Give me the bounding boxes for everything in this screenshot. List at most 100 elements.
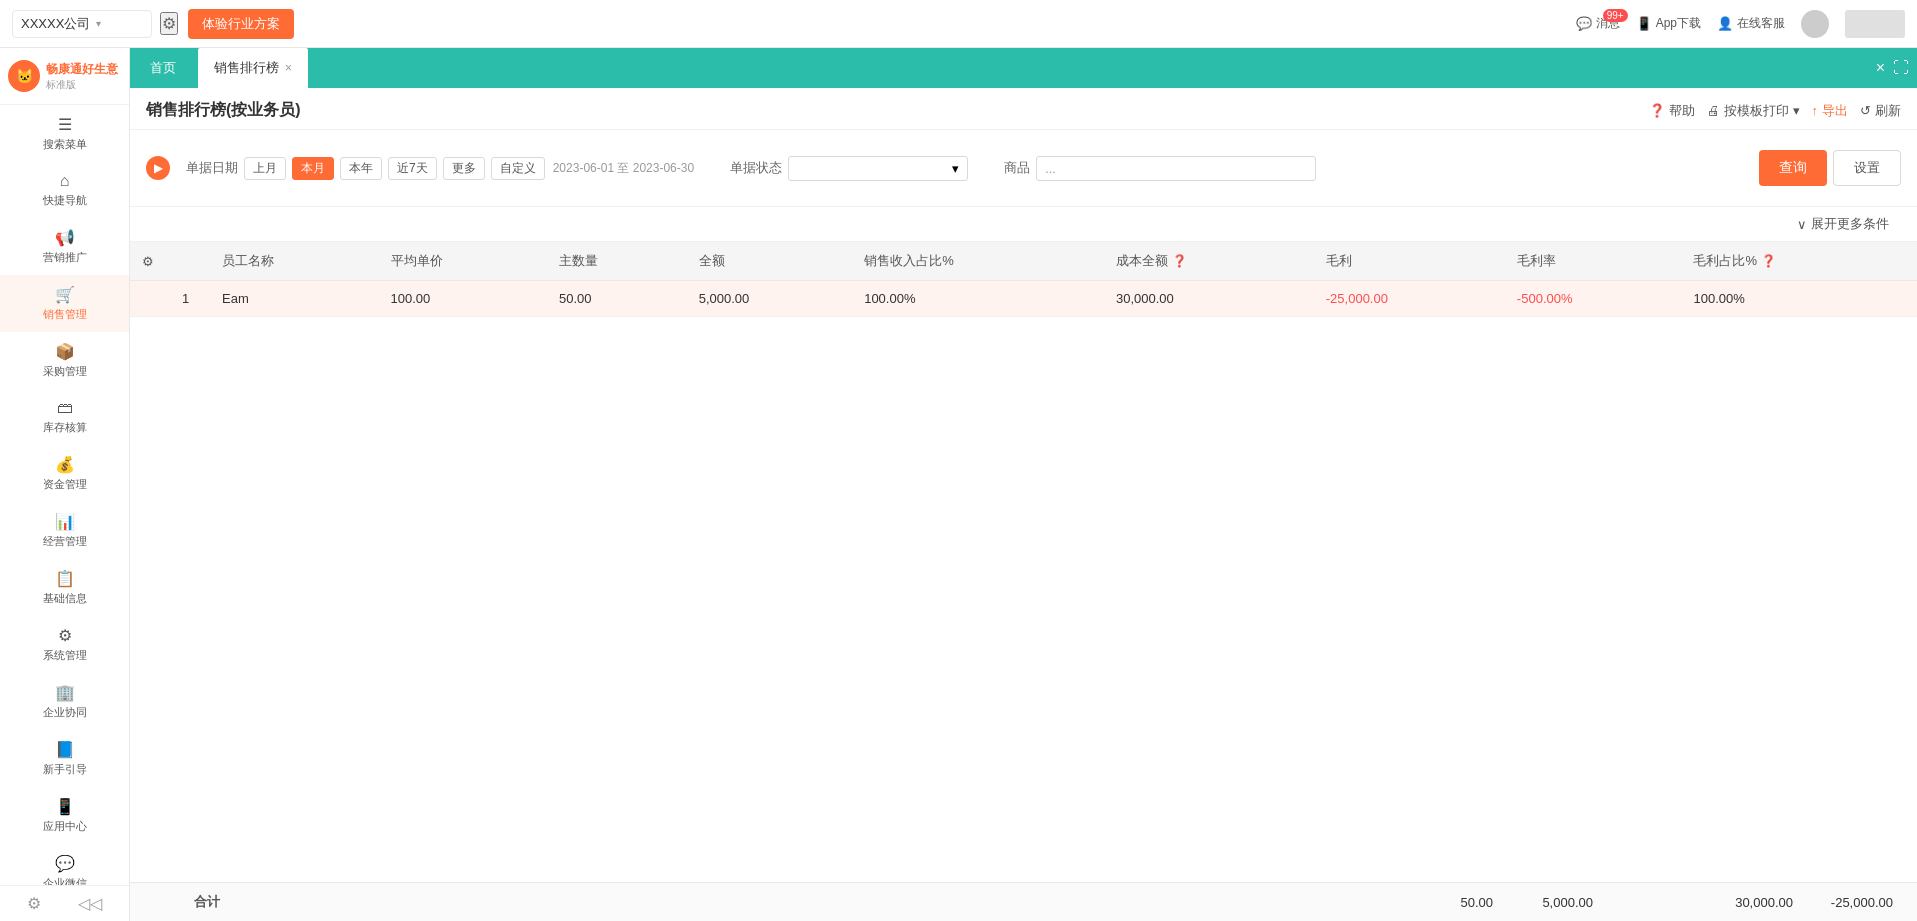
cell-name: Eam — [210, 281, 379, 317]
cell-profit-rate: -500.00% — [1505, 281, 1682, 317]
system-icon: ⚙ — [58, 626, 72, 645]
sidebar-item-search[interactable]: ☰ 搜索菜单 — [0, 105, 129, 162]
header-actions: ❓ 帮助 🖨 按模板打印 ▾ ↑ 导出 — [1649, 102, 1902, 120]
expand-label: 展开更多条件 — [1811, 215, 1889, 233]
page-inner: 销售排行榜(按业务员) ❓ 帮助 🖨 按模板打印 ▾ — [130, 88, 1917, 921]
logo-area: 🐱 畅康通好生意 标准版 — [0, 48, 129, 105]
sidebar-item-enterprise[interactable]: 🏢 企业协同 — [0, 673, 129, 730]
sidebar-label-marketing: 营销推广 — [43, 250, 87, 265]
wechat-icon: 💬 — [55, 854, 75, 873]
sidebar-label-system: 系统管理 — [43, 648, 87, 663]
cell-sales-pct: 100.00% — [852, 281, 1104, 317]
sidebar-item-quick-nav[interactable]: ⌂ 快捷导航 — [0, 162, 129, 218]
sidebar-label-sales: 销售管理 — [43, 307, 87, 322]
sidebar-label-basic: 基础信息 — [43, 591, 87, 606]
logo-title: 畅康通好生意 — [46, 61, 118, 78]
enterprise-icon: 🏢 — [55, 683, 75, 702]
date-btn-7days[interactable]: 近7天 — [388, 157, 437, 180]
help-icon: ❓ — [1649, 103, 1665, 118]
date-btn-custom[interactable]: 自定义 — [491, 157, 545, 180]
footer-profit-val: -25,000.00 — [1805, 895, 1905, 910]
message-area[interactable]: 💬 消息 99+ — [1576, 15, 1620, 32]
basic-info-icon: 📋 — [55, 569, 75, 588]
cell-amount: 5,000.00 — [687, 281, 852, 317]
tab-expand-btn[interactable]: ⛶ — [1893, 59, 1909, 77]
cell-profit-pct: 100.00% — [1681, 281, 1917, 317]
table-footer: 合计 50.00 5,000.00 30,000.00 -25,000.00 — [130, 882, 1917, 921]
trial-button[interactable]: 体验行业方案 — [188, 9, 294, 39]
date-btn-last-month[interactable]: 上月 — [244, 157, 286, 180]
goods-filter-group: 商品 ... — [1004, 156, 1316, 181]
date-btn-this-year[interactable]: 本年 — [340, 157, 382, 180]
service-icon: 👤 — [1717, 16, 1733, 31]
tab-sales-ranking[interactable]: 销售排行榜 × — [198, 48, 308, 88]
operations-icon: 📊 — [55, 512, 75, 531]
export-icon: ↑ — [1812, 103, 1819, 118]
goods-input[interactable]: ... — [1036, 156, 1316, 181]
company-selector[interactable]: XXXXX公司 ▾ — [12, 10, 152, 38]
goods-filter-label: 商品 — [1004, 159, 1030, 177]
online-service-area[interactable]: 👤 在线客服 — [1717, 15, 1785, 32]
col-avg-price: 平均单价 — [379, 242, 548, 281]
tab-close-icon[interactable]: × — [285, 61, 292, 75]
col-settings-icon[interactable]: ⚙ — [142, 254, 154, 269]
sidebar-item-sales[interactable]: 🛒 销售管理 — [0, 275, 129, 332]
footer-cost-val: 30,000.00 — [1705, 895, 1805, 910]
refresh-icon: ↺ — [1860, 103, 1871, 118]
tab-bar: 首页 销售排行榜 × × ⛶ — [130, 48, 1917, 88]
help-button[interactable]: ❓ 帮助 — [1649, 102, 1695, 120]
filter-action-buttons: 查询 设置 — [1753, 140, 1901, 196]
status-chevron-icon: ▾ — [952, 161, 959, 176]
table-header-row: ⚙ 员工名称 平均单价 主数量 全额 销售收入占比% 成本全额 ❓ 毛利 — [130, 242, 1917, 281]
print-button[interactable]: 🖨 按模板打印 ▾ — [1707, 102, 1800, 120]
top-settings-icon[interactable]: ⚙ — [160, 12, 178, 35]
sidebar-item-finance[interactable]: 💰 资金管理 — [0, 445, 129, 502]
date-btn-this-month[interactable]: 本月 — [292, 157, 334, 180]
sidebar-item-operations[interactable]: 📊 经营管理 — [0, 502, 129, 559]
tab-home[interactable]: 首页 — [130, 48, 196, 88]
page-title: 销售排行榜(按业务员) — [146, 100, 301, 121]
date-btn-more[interactable]: 更多 — [443, 157, 485, 180]
print-icon: 🖨 — [1707, 103, 1720, 118]
app-download-area[interactable]: 📱 App下载 — [1636, 15, 1701, 32]
sidebar-item-system[interactable]: ⚙ 系统管理 — [0, 616, 129, 673]
profit-pct-help-icon[interactable]: ❓ — [1761, 254, 1776, 268]
logo-subtitle: 标准版 — [46, 78, 118, 92]
col-settings[interactable]: ⚙ — [130, 242, 170, 281]
expand-conditions-btn[interactable]: ∨ 展开更多条件 — [146, 211, 1901, 237]
sidebar-label-purchase: 采购管理 — [43, 364, 87, 379]
refresh-button[interactable]: ↺ 刷新 — [1860, 102, 1901, 120]
sidebar-item-basic-info[interactable]: 📋 基础信息 — [0, 559, 129, 616]
tab-close-btn[interactable]: × — [1876, 59, 1885, 77]
sidebar-label-inventory: 库存核算 — [43, 420, 87, 435]
col-qty: 主数量 — [547, 242, 687, 281]
sidebar-item-wechat[interactable]: 💬 企业微信 — [0, 844, 129, 885]
sidebar-item-purchase[interactable]: 📦 采购管理 — [0, 332, 129, 389]
sidebar-settings-icon[interactable]: ⚙ — [27, 894, 41, 913]
cell-qty: 50.00 — [547, 281, 687, 317]
query-button[interactable]: 查询 — [1759, 150, 1827, 186]
sidebar-item-inventory[interactable]: 🗃 库存核算 — [0, 389, 129, 445]
sidebar-item-guide[interactable]: 📘 新手引导 — [0, 730, 129, 787]
filter-settings-button[interactable]: 设置 — [1833, 150, 1901, 186]
logo-icon: 🐱 — [8, 60, 40, 92]
sidebar: 🐱 畅康通好生意 标准版 ☰ 搜索菜单 ⌂ 快捷导航 📢 营销推广 — [0, 48, 130, 921]
sidebar-item-marketing[interactable]: 📢 营销推广 — [0, 218, 129, 275]
col-sales-pct: 销售收入占比% — [852, 242, 1104, 281]
col-amount: 全额 — [687, 242, 852, 281]
export-button[interactable]: ↑ 导出 — [1812, 102, 1849, 120]
top-bar: XXXXX公司 ▾ ⚙ 体验行业方案 💬 消息 99+ 📱 App下载 👤 在线… — [0, 0, 1917, 48]
expand-arrow-btn[interactable]: ▶ — [146, 156, 170, 180]
search-icon: ☰ — [58, 115, 72, 134]
top-right-area: 💬 消息 99+ 📱 App下载 👤 在线客服 — [1576, 10, 1905, 38]
finance-icon: 💰 — [55, 455, 75, 474]
col-profit-pct: 毛利占比% ❓ — [1681, 242, 1917, 281]
message-badge: 99+ — [1603, 9, 1628, 22]
inventory-icon: 🗃 — [57, 399, 73, 417]
marketing-icon: 📢 — [55, 228, 75, 247]
cost-help-icon[interactable]: ❓ — [1172, 254, 1187, 268]
sidebar-collapse-icon[interactable]: ◁◁ — [78, 894, 102, 913]
avatar[interactable] — [1801, 10, 1829, 38]
sidebar-item-app-center[interactable]: 📱 应用中心 — [0, 787, 129, 844]
status-select[interactable]: ▾ — [788, 156, 968, 181]
